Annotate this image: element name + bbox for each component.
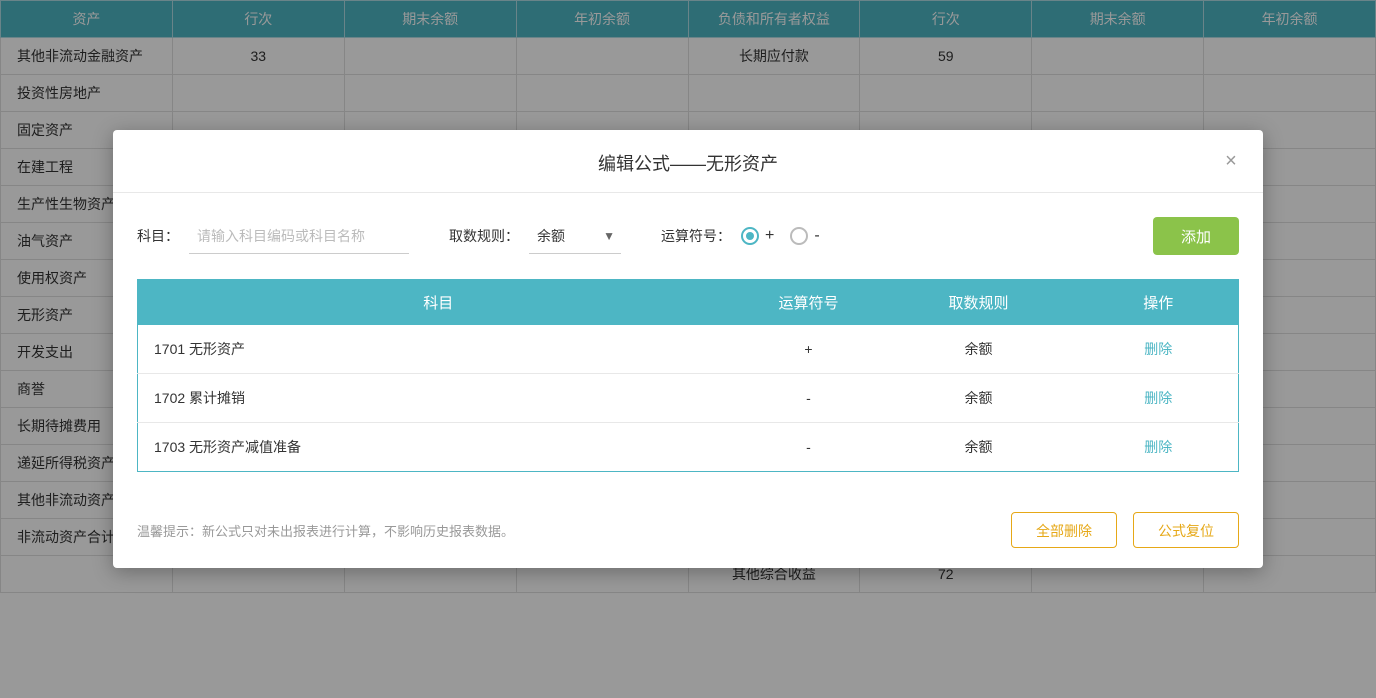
modal-body: 科目： 取数规则： 余额 借方 贷方 期初余额 ▼ bbox=[113, 193, 1263, 496]
delete-row-button[interactable]: 删除 bbox=[1144, 388, 1172, 408]
formula-subject: 1701 无形资产 bbox=[138, 325, 739, 374]
th-rule: 取数规则 bbox=[879, 280, 1079, 326]
modal-footer: 温馨提示：新公式只对未出报表进行计算，不影响历史报表数据。 全部删除 公式复位 bbox=[113, 496, 1263, 568]
operator-label: 运算符号： bbox=[661, 226, 731, 246]
footer-tip: 温馨提示：新公式只对未出报表进行计算，不影响历史报表数据。 bbox=[137, 521, 514, 540]
formula-table-row: 1703 无形资产减值准备 - 余额 删除 bbox=[138, 423, 1239, 472]
modal-title: 编辑公式——无形资产 bbox=[598, 150, 778, 176]
formula-operator: - bbox=[739, 374, 879, 423]
operator-group: 运算符号： + - bbox=[661, 226, 820, 246]
radio-minus[interactable]: - bbox=[790, 227, 819, 245]
radio-plus-circle bbox=[741, 227, 759, 245]
th-subject: 科目 bbox=[138, 280, 739, 326]
footer-buttons: 全部删除 公式复位 bbox=[1011, 512, 1239, 548]
radio-plus-label: + bbox=[765, 227, 774, 245]
radio-minus-circle bbox=[790, 227, 808, 245]
rule-select-wrapper: 余额 借方 贷方 期初余额 ▼ bbox=[529, 218, 621, 254]
rule-group: 取数规则： 余额 借方 贷方 期初余额 ▼ bbox=[449, 218, 621, 254]
radio-minus-label: - bbox=[814, 227, 819, 245]
subject-input[interactable] bbox=[189, 218, 409, 254]
formula-action: 删除 bbox=[1079, 423, 1239, 472]
modal-close-button[interactable]: × bbox=[1219, 149, 1243, 173]
subject-label: 科目： bbox=[137, 226, 179, 246]
rule-select[interactable]: 余额 借方 贷方 期初余额 bbox=[529, 218, 621, 254]
formula-rule: 余额 bbox=[879, 423, 1079, 472]
formula-operator: + bbox=[739, 325, 879, 374]
modal-header: 编辑公式——无形资产 × bbox=[113, 130, 1263, 193]
subject-group: 科目： bbox=[137, 218, 409, 254]
formula-action: 删除 bbox=[1079, 325, 1239, 374]
th-operator: 运算符号 bbox=[739, 280, 879, 326]
formula-table-row: 1702 累计摊销 - 余额 删除 bbox=[138, 374, 1239, 423]
modal-dialog: 编辑公式——无形资产 × 科目： 取数规则： 余额 借方 bbox=[113, 130, 1263, 568]
formula-action: 删除 bbox=[1079, 374, 1239, 423]
formula-rule: 余额 bbox=[879, 325, 1079, 374]
reset-formula-button[interactable]: 公式复位 bbox=[1133, 512, 1239, 548]
formula-rule: 余额 bbox=[879, 374, 1079, 423]
formula-table-row: 1701 无形资产 + 余额 删除 bbox=[138, 325, 1239, 374]
radio-group: + - bbox=[741, 227, 820, 245]
delete-row-button[interactable]: 删除 bbox=[1144, 339, 1172, 359]
radio-plus[interactable]: + bbox=[741, 227, 774, 245]
form-row: 科目： 取数规则： 余额 借方 贷方 期初余额 ▼ bbox=[137, 217, 1239, 255]
rule-label: 取数规则： bbox=[449, 226, 519, 246]
add-button[interactable]: 添加 bbox=[1153, 217, 1239, 255]
delete-all-button[interactable]: 全部删除 bbox=[1011, 512, 1117, 548]
formula-table: 科目 运算符号 取数规则 操作 1701 无形资产 + 余额 删除 1702 累… bbox=[137, 279, 1239, 472]
formula-subject: 1703 无形资产减值准备 bbox=[138, 423, 739, 472]
th-action: 操作 bbox=[1079, 280, 1239, 326]
delete-row-button[interactable]: 删除 bbox=[1144, 437, 1172, 457]
formula-subject: 1702 累计摊销 bbox=[138, 374, 739, 423]
formula-operator: - bbox=[739, 423, 879, 472]
modal-overlay: 编辑公式——无形资产 × 科目： 取数规则： 余额 借方 bbox=[0, 0, 1376, 698]
table-header-row: 科目 运算符号 取数规则 操作 bbox=[138, 280, 1239, 326]
